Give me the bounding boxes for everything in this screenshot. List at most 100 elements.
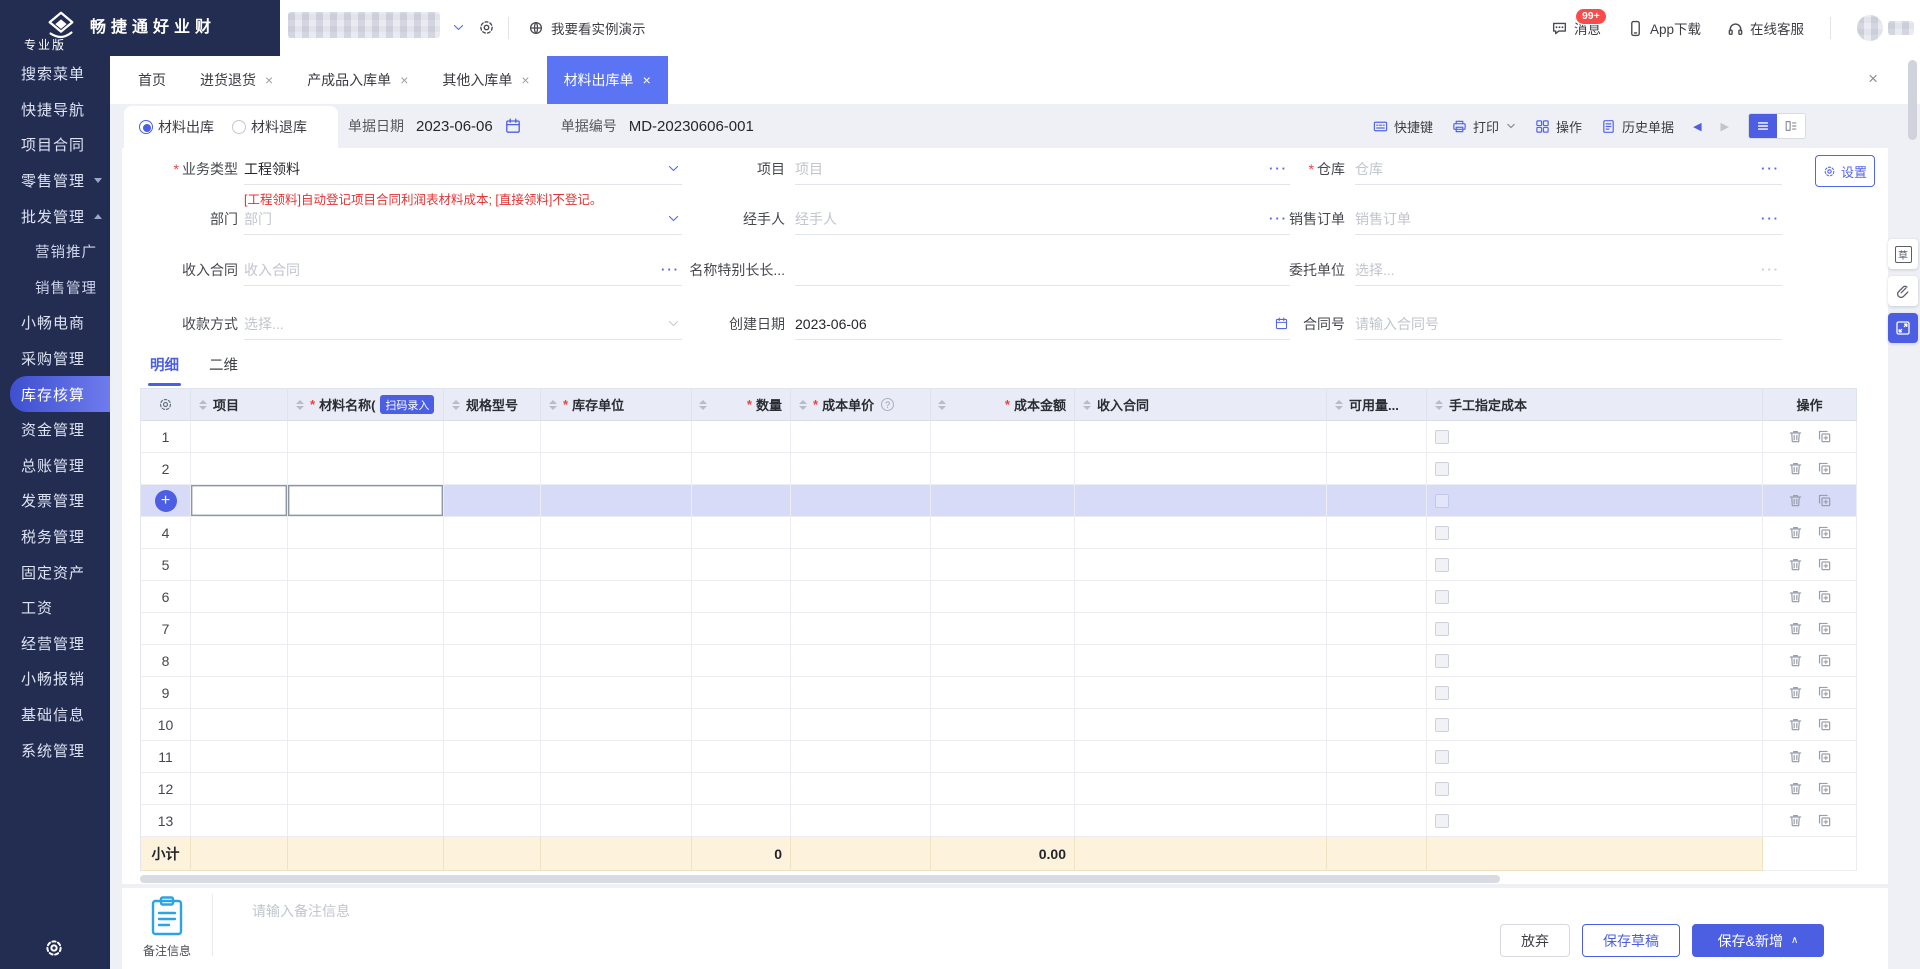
table-cell[interactable] bbox=[541, 773, 692, 805]
copy-row-icon[interactable] bbox=[1817, 781, 1832, 796]
table-cell[interactable] bbox=[288, 517, 444, 549]
column-header-数量[interactable]: * 数量 bbox=[692, 389, 791, 421]
sidebar-item-采购管理[interactable]: 采购管理 bbox=[0, 341, 110, 377]
table-cell[interactable] bbox=[191, 453, 288, 485]
copy-row-icon[interactable] bbox=[1817, 653, 1832, 668]
table-cell[interactable] bbox=[288, 709, 444, 741]
sidebar-item-经营管理[interactable]: 经营管理 bbox=[0, 626, 110, 662]
delete-row-icon[interactable] bbox=[1788, 461, 1803, 476]
sidebar-item-资金管理[interactable]: 资金管理 bbox=[0, 412, 110, 448]
tab-产成品入库单[interactable]: 产成品入库单 × bbox=[290, 56, 425, 104]
organization-selector[interactable] bbox=[288, 12, 440, 38]
table-cell[interactable] bbox=[1327, 421, 1427, 453]
manual-cost-checkbox[interactable] bbox=[1435, 525, 1449, 540]
sidebar-item-零售管理[interactable]: 零售管理 bbox=[0, 163, 110, 199]
table-cell[interactable] bbox=[1327, 581, 1427, 613]
table-cell[interactable] bbox=[541, 677, 692, 709]
table-cell[interactable] bbox=[692, 613, 791, 645]
table-cell[interactable] bbox=[541, 581, 692, 613]
table-cell[interactable] bbox=[1075, 453, 1327, 485]
sidebar-item-销售管理[interactable]: 销售管理 bbox=[0, 270, 110, 306]
table-cell[interactable] bbox=[791, 549, 931, 581]
radio-material-return[interactable]: 材料退库 bbox=[232, 117, 307, 137]
table-cell[interactable] bbox=[191, 741, 288, 773]
tab-材料出库单[interactable]: 材料出库单 × bbox=[546, 56, 668, 104]
table-cell[interactable] bbox=[444, 805, 541, 837]
table-cell[interactable] bbox=[541, 805, 692, 837]
table-cell[interactable] bbox=[931, 421, 1075, 453]
table-cell[interactable] bbox=[1327, 677, 1427, 709]
table-cell[interactable] bbox=[1075, 709, 1327, 741]
sidebar-item-发票管理[interactable]: 发票管理 bbox=[0, 483, 110, 519]
history-button[interactable]: 历史单据 bbox=[1601, 117, 1674, 136]
table-cell[interactable] bbox=[931, 645, 1075, 677]
manual-cost-checkbox[interactable] bbox=[1435, 557, 1449, 572]
table-cell[interactable] bbox=[931, 549, 1075, 581]
table-cell[interactable] bbox=[931, 709, 1075, 741]
radio-material-outbound[interactable]: 材料出库 bbox=[139, 117, 214, 137]
table-cell[interactable] bbox=[1327, 741, 1427, 773]
table-cell[interactable] bbox=[1327, 549, 1427, 581]
gear-icon[interactable] bbox=[478, 19, 495, 36]
table-cell[interactable] bbox=[444, 517, 541, 549]
manual-cost-checkbox[interactable] bbox=[1435, 461, 1449, 476]
sort-carets-icon[interactable] bbox=[452, 399, 460, 410]
table-cell[interactable] bbox=[1075, 421, 1327, 453]
manual-cost-checkbox[interactable] bbox=[1435, 653, 1449, 668]
manual-cost-checkbox[interactable] bbox=[1435, 429, 1449, 444]
table-cell[interactable] bbox=[288, 549, 444, 581]
table-cell[interactable] bbox=[1327, 485, 1427, 517]
delete-row-icon[interactable] bbox=[1788, 589, 1803, 604]
copy-row-icon[interactable] bbox=[1817, 429, 1832, 444]
table-cell[interactable] bbox=[444, 709, 541, 741]
sidebar-item-小畅电商[interactable]: 小畅电商 bbox=[0, 305, 110, 341]
table-cell[interactable] bbox=[541, 645, 692, 677]
ellipsis-picker-icon[interactable]: ··· bbox=[1761, 203, 1780, 234]
sidebar-item-营销推广[interactable]: 营销推广 bbox=[0, 234, 110, 270]
messages-button[interactable]: 消息 99+ bbox=[1551, 8, 1607, 38]
print-button[interactable]: 打印 bbox=[1452, 117, 1516, 136]
table-cell[interactable] bbox=[541, 517, 692, 549]
column-settings-gear-icon[interactable] bbox=[158, 397, 173, 412]
table-cell[interactable] bbox=[288, 645, 444, 677]
tab-首页[interactable]: 首页 bbox=[121, 56, 183, 104]
field-经手人[interactable]: 经手人 ··· bbox=[795, 203, 1290, 235]
table-cell[interactable] bbox=[444, 421, 541, 453]
column-header-规格型号[interactable]: 规格型号 bbox=[444, 389, 541, 421]
table-cell[interactable] bbox=[1075, 485, 1327, 517]
table-cell[interactable] bbox=[288, 613, 444, 645]
field-委托单位[interactable]: 选择... ··· bbox=[1355, 254, 1782, 286]
manual-cost-checkbox[interactable] bbox=[1435, 781, 1449, 796]
field-业务类型[interactable]: 工程领料 bbox=[244, 153, 682, 185]
table-cell[interactable] bbox=[288, 773, 444, 805]
copy-row-icon[interactable] bbox=[1817, 557, 1832, 572]
list-view-button[interactable] bbox=[1749, 114, 1777, 138]
table-cell[interactable] bbox=[931, 613, 1075, 645]
prev-doc-button[interactable]: ◀ bbox=[1693, 120, 1701, 133]
table-cell[interactable] bbox=[692, 581, 791, 613]
copy-row-icon[interactable] bbox=[1817, 525, 1832, 540]
table-cell[interactable] bbox=[931, 517, 1075, 549]
table-cell[interactable] bbox=[692, 709, 791, 741]
column-header-可用量...[interactable]: 可用量... bbox=[1327, 389, 1427, 421]
table-cell[interactable] bbox=[541, 613, 692, 645]
table-cell[interactable] bbox=[1327, 613, 1427, 645]
close-icon[interactable]: × bbox=[265, 72, 273, 88]
chevron-down-icon[interactable] bbox=[452, 21, 465, 34]
sort-carets-icon[interactable] bbox=[1083, 399, 1091, 410]
table-cell[interactable] bbox=[1327, 645, 1427, 677]
attachment-button[interactable] bbox=[1888, 276, 1918, 306]
shortcut-keys-button[interactable]: 快捷键 bbox=[1373, 117, 1433, 136]
table-cell[interactable] bbox=[1075, 517, 1327, 549]
table-cell[interactable] bbox=[444, 581, 541, 613]
table-cell[interactable] bbox=[1075, 645, 1327, 677]
ellipsis-picker-icon[interactable]: ··· bbox=[1761, 153, 1780, 184]
table-cell[interactable] bbox=[692, 453, 791, 485]
table-cell[interactable] bbox=[191, 549, 288, 581]
sort-carets-icon[interactable] bbox=[699, 399, 707, 410]
table-cell[interactable] bbox=[1075, 773, 1327, 805]
table-cell[interactable] bbox=[288, 741, 444, 773]
chevron-down-icon[interactable] bbox=[1506, 121, 1516, 131]
h-scrollbar-thumb[interactable] bbox=[140, 875, 1500, 883]
table-cell[interactable] bbox=[541, 485, 692, 517]
